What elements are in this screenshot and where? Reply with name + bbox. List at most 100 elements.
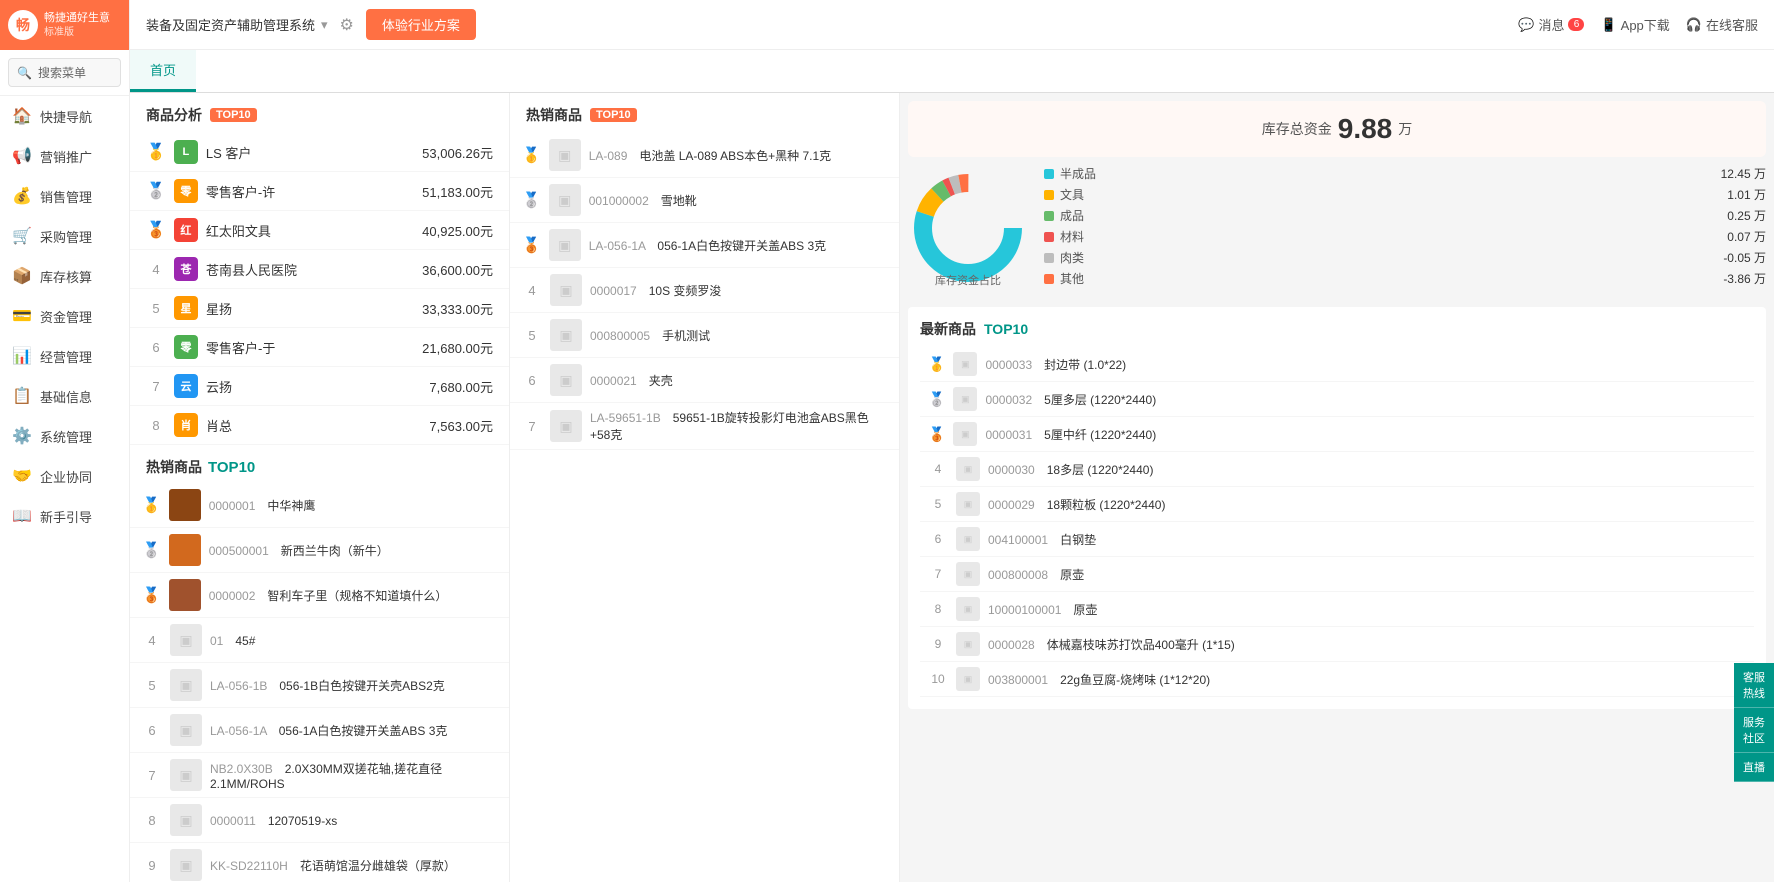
sidebar-item-资金管理[interactable]: 💳资金管理 (0, 296, 129, 336)
legend-item: 半成品 12.45 万 (1044, 165, 1766, 182)
sidebar-item-新手引导[interactable]: 📖新手引导 (0, 496, 129, 536)
product-info: 000500001 新西兰牛肉（新牛） (209, 542, 497, 559)
newest-product-item: 🥈 ▣ 0000032 5厘多层 (1220*2440) (920, 382, 1754, 417)
trial-button[interactable]: 体验行业方案 (366, 9, 476, 40)
logo-text: 畅捷通好生意 标准版 (44, 11, 110, 38)
medal-bronze-icon: 🥉 (146, 220, 166, 240)
customer-rank-item: 🥈 零 零售客户-许 51,183.00元 (130, 172, 509, 211)
sidebar-item-库存核算[interactable]: 📦库存核算 (0, 256, 129, 296)
customer-avatar: 苍 (174, 257, 198, 281)
customer-amount: 21,680.00元 (422, 338, 493, 357)
sidebar-item-采购管理[interactable]: 🛒采购管理 (0, 216, 129, 256)
prod-rank: 8 (928, 602, 948, 616)
product-image (169, 489, 201, 521)
product-info: LA-056-1B 056-1B白色按键开关壳ABS2克 (210, 677, 497, 694)
hot-product-bottom-item: 6 ▣ LA-056-1A 056-1A白色按键开关盖ABS 3克 (130, 708, 509, 753)
prod-rank: 9 (142, 858, 162, 873)
customer-amount: 53,006.26元 (422, 143, 493, 162)
customer-avatar: 零 (174, 335, 198, 359)
online-service-button[interactable]: 🎧 在线客服 (1686, 15, 1758, 34)
system-title-select[interactable]: 装备及固定资产辅助管理系统 ▾ (146, 15, 328, 34)
gear-icon[interactable]: ⚙ (340, 15, 354, 35)
medal-icon: 🥈 (522, 191, 541, 209)
customer-rank-item: 6 零 零售客户-于 21,680.00元 (130, 328, 509, 367)
product-image: ▣ (956, 527, 980, 551)
product-image (169, 579, 201, 611)
legend-name: 半成品 (1060, 165, 1715, 182)
float-btn-客服热线[interactable]: 客服热线 (1734, 663, 1774, 708)
sidebar-item-基础信息[interactable]: 📋基础信息 (0, 376, 129, 416)
product-image: ▣ (956, 457, 980, 481)
sidebar-item-经营管理[interactable]: 📊经营管理 (0, 336, 129, 376)
legend-name: 其他 (1060, 270, 1717, 287)
donut-chart: 库存资金占比 (908, 168, 1028, 288)
medal-icon: 🥈 (928, 391, 945, 408)
customer-rank-item: 🥇 L LS 客户 53,006.26元 (130, 133, 509, 172)
nav-icon: 📖 (12, 506, 32, 526)
newest-products-header: 最新商品 TOP10 (920, 319, 1754, 347)
prod-rank: 6 (928, 532, 948, 546)
message-icon: 💬 (1518, 17, 1534, 33)
customer-name: 零售客户-许 (206, 182, 414, 201)
medal-icon: 🥇 (142, 496, 161, 514)
prod-rank: 7 (142, 768, 162, 783)
legend-name: 肉类 (1060, 249, 1717, 266)
customer-name: 肖总 (206, 416, 421, 435)
search-menu-button[interactable]: 🔍 搜索菜单 (8, 58, 121, 87)
prod-rank: 5 (142, 678, 162, 693)
product-image: ▣ (550, 319, 582, 351)
customer-avatar: 云 (174, 374, 198, 398)
legend-color-dot (1044, 190, 1054, 200)
product-image: ▣ (170, 759, 202, 791)
prod-rank: 10 (928, 672, 948, 686)
sidebar-item-快捷导航[interactable]: 🏠快捷导航 (0, 96, 129, 136)
prod-rank: 7 (522, 419, 542, 434)
product-info: 000800005 手机测试 (590, 327, 887, 344)
hot-product-mid-item: 7 ▣ LA-59651-1B 59651-1B旋转投影灯电池盒ABS黑色+58… (510, 403, 899, 450)
chart-area: 库存资金占比 半成品 12.45 万 文具 1.01 万 成品 0.25 万 材… (900, 165, 1774, 299)
hot-product-bottom-item: 9 ▣ KK-SD22110H 花语萌馆温分雌雄袋（厚款） (130, 843, 509, 882)
product-info: LA-59651-1B 59651-1B旋转投影灯电池盒ABS黑色+58克 (590, 409, 887, 443)
sidebar-item-销售管理[interactable]: 💰销售管理 (0, 176, 129, 216)
customer-ranking-header: 商品分析 TOP10 (130, 93, 509, 133)
prod-rank: 4 (142, 633, 162, 648)
customer-name: 苍南县人民医院 (206, 260, 414, 279)
legend-value: 12.45 万 (1721, 165, 1766, 182)
customer-amount: 36,600.00元 (422, 260, 493, 279)
sidebar-item-系统管理[interactable]: ⚙️系统管理 (0, 416, 129, 456)
product-image: ▣ (170, 624, 202, 656)
legend-value: 1.01 万 (1727, 186, 1766, 203)
newest-product-item: 🥉 ▣ 0000031 5厘中纤 (1220*2440) (920, 417, 1754, 452)
customer-rank-item: 5 星 星扬 33,333.00元 (130, 289, 509, 328)
app-download-button[interactable]: 📱 App下载 (1600, 15, 1669, 34)
sidebar-item-营销推广[interactable]: 📢营销推广 (0, 136, 129, 176)
legend-color-dot (1044, 211, 1054, 221)
hot-product-bottom-item: 🥇 0000001 中华神鹰 (130, 483, 509, 528)
legend-name: 成品 (1060, 207, 1721, 224)
hot-product-bottom-item: 5 ▣ LA-056-1B 056-1B白色按键开关壳ABS2克 (130, 663, 509, 708)
nav-icon: 🤝 (12, 466, 32, 486)
product-info: 0000011 12070519-xs (210, 812, 497, 829)
customer-avatar: 零 (174, 179, 198, 203)
medal-icon: 🥈 (142, 541, 161, 559)
customer-ranking-title: 商品分析 (146, 105, 202, 125)
nav-icon: 📋 (12, 386, 32, 406)
message-button[interactable]: 💬 消息 6 (1518, 15, 1584, 34)
customer-name: LS 客户 (206, 143, 414, 162)
float-btn-服务社区[interactable]: 服务社区 (1734, 708, 1774, 753)
hot-product-bottom-item: 8 ▣ 0000011 12070519-xs (130, 798, 509, 843)
chart-label: 库存资金占比 (908, 272, 1028, 288)
tab-home[interactable]: 首页 (130, 50, 196, 92)
sidebar-item-企业协同[interactable]: 🤝企业协同 (0, 456, 129, 496)
nav-icon: 📦 (12, 266, 32, 286)
medal-icon: 🥉 (142, 586, 161, 604)
inventory-total-banner: 库存总资金 9.88 万 (908, 101, 1766, 157)
product-image: ▣ (550, 364, 582, 396)
newest-product-item: 9 ▣ 0000028 体械嘉枝味苏打饮品400毫升 (1*15) (920, 627, 1754, 662)
product-info: 0000002 智利车子里（规格不知道填什么） (209, 587, 497, 604)
prod-rank: 8 (142, 813, 162, 828)
legend-item: 文具 1.01 万 (1044, 186, 1766, 203)
product-image: ▣ (549, 229, 581, 261)
float-btn-直播[interactable]: 直播 (1734, 753, 1774, 782)
product-info: 001000002 雪地靴 (589, 192, 887, 209)
